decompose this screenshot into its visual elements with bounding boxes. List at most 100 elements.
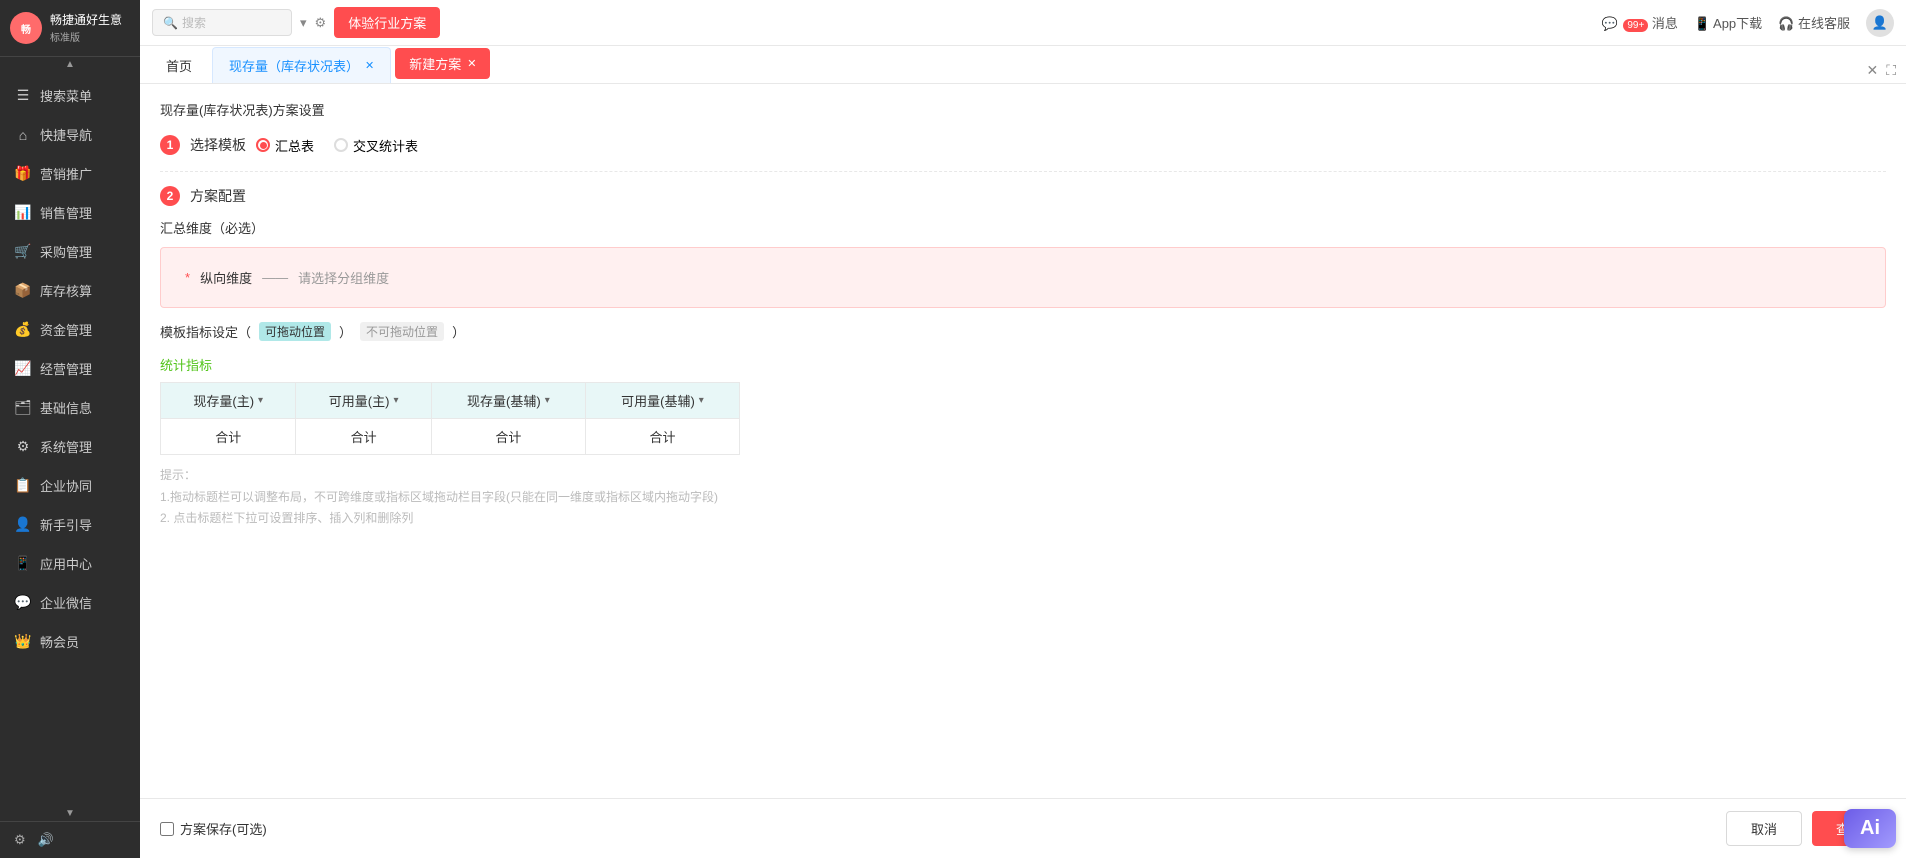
cart-icon: 🛒 [14,243,32,260]
sidebar-item-enterprise-wechat[interactable]: 💬 企业微信 [0,583,140,622]
col-header-1[interactable]: 现存量(主) ▾ [161,383,296,419]
sidebar-nav: ☰ 搜索菜单 ⌂ 快捷导航 🎁 营销推广 📊 销售管理 🛒 采购管理 📦 库存核… [0,72,140,806]
sidebar: 畅 畅捷通好生意 标准版 ▲ ☰ 搜索菜单 ⌂ 快捷导航 🎁 营销推广 📊 销售… [0,0,140,858]
ai-badge[interactable]: Ai [1844,809,1896,848]
dimension-required: * [185,270,190,285]
crown-icon: 👑 [14,633,32,650]
sidebar-item-marketing[interactable]: 🎁 营销推广 [0,154,140,193]
sidebar-scroll-down[interactable]: ▼ [0,806,140,821]
step2-title: 方案配置 [190,186,246,206]
tab-inventory-status[interactable]: 现存量（库存状况表） ✕ [212,47,391,83]
step1-title: 选择模板 [190,135,246,155]
tab-home[interactable]: 首页 [150,48,208,83]
sidebar-item-sales[interactable]: 📊 销售管理 [0,193,140,232]
tip-1: 1.拖动标题栏可以调整布局，不可跨维度或指标区域拖动栏目字段(只能在同一维度或指… [160,490,718,504]
online-service-link[interactable]: 🎧 在线客服 [1778,13,1850,32]
divider-1 [160,171,1886,172]
app-name: 畅捷通好生意 [50,12,122,29]
step1-number: 1 [160,135,180,155]
summary-dimension-label: 汇总维度（必选） [160,218,1886,237]
col3-chevron: ▾ [545,395,550,406]
gear-icon: ⚙ [14,438,32,455]
sidebar-item-system[interactable]: ⚙ 系统管理 [0,427,140,466]
page-title: 现存量(库存状况表)方案设置 [160,100,1886,119]
cell-1-3: 合计 [431,419,585,455]
sidebar-item-app-center[interactable]: 📱 应用中心 [0,544,140,583]
sidebar-item-enterprise[interactable]: 📋 企业协同 [0,466,140,505]
sidebar-item-basic-info[interactable]: 🗂 基础信息 [0,388,140,427]
operations-icon: 📈 [14,360,32,377]
radio-cross[interactable]: 交叉统计表 [334,136,418,155]
inventory-tab-label: 现存量（库存状况表） [229,56,359,75]
gift-icon: 🎁 [14,165,32,182]
radio-summary-circle [256,138,270,152]
doc-icon: 📋 [14,477,32,494]
settings-icon[interactable]: ⚙ [14,832,26,848]
sidebar-item-operations[interactable]: 📈 经营管理 [0,349,140,388]
sidebar-item-quick-nav[interactable]: ⌂ 快捷导航 [0,115,140,154]
money-icon: 💰 [14,321,32,338]
topbar-right: 💬 99+ 消息 📱 App下载 🎧 在线客服 👤 [1602,9,1894,37]
app-download-link[interactable]: 📱 App下载 [1694,13,1762,32]
sidebar-item-new-guide[interactable]: 👤 新手引导 [0,505,140,544]
radio-summary[interactable]: 汇总表 [256,136,314,155]
topbar-gear-icon[interactable]: ⚙ [315,15,327,31]
cell-1-4: 合计 [585,419,739,455]
topbar-search-box[interactable]: 🔍 搜索 [152,9,292,36]
step2-header: 2 方案配置 [160,186,1886,206]
message-icon[interactable]: 💬 99+ 消息 [1602,13,1678,32]
chart-icon: 📊 [14,204,32,221]
step1-header: 1 选择模板 汇总表 交叉统计表 [160,135,1886,155]
speaker-icon[interactable]: 🔊 [38,832,54,848]
topbar: 🔍 搜索 ▾ ⚙ 体验行业方案 💬 99+ 消息 📱 App下载 🎧 在线客服 … [140,0,1906,46]
template-radio-group: 汇总表 交叉统计表 [256,136,418,155]
sidebar-header: 畅 畅捷通好生意 标准版 [0,0,140,57]
sidebar-item-search-menu[interactable]: ☰ 搜索菜单 [0,76,140,115]
table-row-1: 合计 合计 合计 合计 [161,419,740,455]
dimension-area: * 纵向维度 —— 请选择分组维度 [160,247,1886,308]
dimension-dash: —— [262,270,288,285]
home-icon: ⌂ [14,127,32,143]
tab-close-all-icon[interactable]: ✕ [1866,62,1878,79]
bottom-bar: 方案保存(可选) 取消 查询 [140,798,1906,858]
movable-badge: 可拖动位置 [259,322,331,341]
trial-btn[interactable]: 体验行业方案 [334,7,440,38]
sidebar-item-members[interactable]: 👑 畅会员 [0,622,140,661]
step1-section: 1 选择模板 汇总表 交叉统计表 [160,135,1886,155]
sidebar-item-inventory[interactable]: 📦 库存核算 [0,271,140,310]
user-icon: 👤 [14,516,32,533]
save-option[interactable]: 方案保存(可选) [160,819,267,838]
indicator-label-close: ） [452,322,465,341]
col1-chevron: ▾ [258,395,263,406]
cancel-button[interactable]: 取消 [1726,811,1802,846]
indicator-setting: 模板指标设定（ 可拖动位置 ） 不可拖动位置 ） [160,322,1886,341]
save-checkbox[interactable] [160,822,174,836]
col-header-4[interactable]: 可用量(基辅) ▾ [585,383,739,419]
main-area: 🔍 搜索 ▾ ⚙ 体验行业方案 💬 99+ 消息 📱 App下载 🎧 在线客服 … [140,0,1906,858]
tab-new-plan[interactable]: 新建方案 ✕ [395,48,490,79]
tip-2: 2. 点击标题栏下拉可设置排序、插入列和删除列 [160,511,413,525]
cell-1-1: 合计 [161,419,296,455]
inventory-tab-close[interactable]: ✕ [365,59,374,72]
stats-table: 现存量(主) ▾ 可用量(主) ▾ [160,382,740,455]
dimension-hint[interactable]: 请选择分组维度 [298,268,389,287]
tab-expand-icon[interactable]: ⛶ [1886,62,1896,79]
col-header-2[interactable]: 可用量(主) ▾ [296,383,431,419]
message-badge: 99+ [1623,19,1648,32]
topbar-dropdown-icon[interactable]: ▾ [300,15,307,31]
sidebar-item-finance[interactable]: 💰 资金管理 [0,310,140,349]
new-plan-tab-label: 新建方案 [409,54,461,73]
sidebar-item-purchase[interactable]: 🛒 采购管理 [0,232,140,271]
wechat-icon: 💬 [14,594,32,611]
tips-area: 提示： 1.拖动标题栏可以调整布局，不可跨维度或指标区域拖动栏目字段(只能在同一… [160,465,1886,530]
dimension-row: * 纵向维度 —— 请选择分组维度 [185,268,1861,287]
search-icon: 🔍 [163,16,178,30]
radio-summary-label: 汇总表 [275,136,314,155]
app-logo: 畅 [10,12,42,44]
immovable-badge: 不可拖动位置 [360,322,444,341]
sidebar-scroll-up[interactable]: ▲ [0,57,140,72]
user-avatar[interactable]: 👤 [1866,9,1894,37]
new-plan-tab-close[interactable]: ✕ [467,57,476,70]
col-header-3[interactable]: 现存量(基辅) ▾ [431,383,585,419]
dimension-name: 纵向维度 [200,268,252,287]
